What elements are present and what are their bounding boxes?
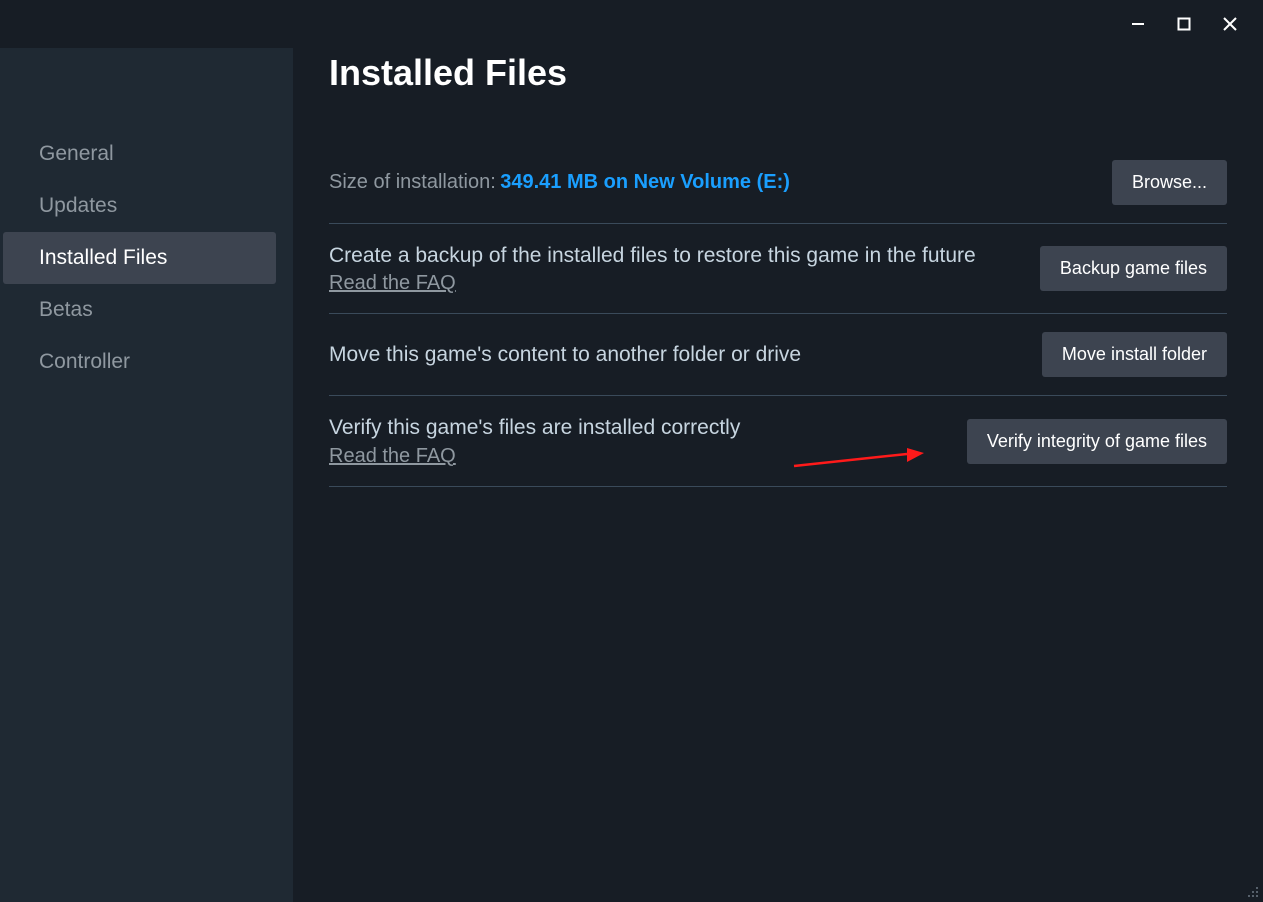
verify-desc: Verify this game's files are installed c… [329, 414, 927, 442]
backup-row: Create a backup of the installed files t… [329, 224, 1227, 314]
maximize-button[interactable] [1161, 0, 1207, 48]
main-content: Installed Files Size of installation: 34… [293, 48, 1263, 902]
close-button[interactable] [1207, 0, 1253, 48]
browse-button[interactable]: Browse... [1112, 160, 1227, 205]
size-label: Size of installation: [329, 171, 496, 193]
sidebar-item-controller[interactable]: Controller [3, 336, 276, 388]
resize-grip[interactable] [1243, 882, 1259, 898]
backup-text: Create a backup of the installed files t… [329, 242, 1000, 295]
titlebar [0, 0, 1263, 48]
size-row: Size of installation: 349.41 MB on New V… [329, 142, 1227, 224]
resize-grip-icon [1243, 882, 1259, 898]
page-title: Installed Files [329, 52, 1227, 94]
size-text: Size of installation: 349.41 MB on New V… [329, 171, 1072, 194]
sidebar-item-general[interactable]: General [3, 128, 276, 180]
move-button[interactable]: Move install folder [1042, 332, 1227, 377]
sidebar: General Updates Installed Files Betas Co… [0, 48, 293, 902]
move-text: Move this game's content to another fold… [329, 341, 1002, 369]
move-desc: Move this game's content to another fold… [329, 341, 1002, 369]
maximize-icon [1177, 17, 1191, 31]
backup-faq-link[interactable]: Read the FAQ [329, 272, 456, 295]
verify-faq-link[interactable]: Read the FAQ [329, 445, 456, 468]
backup-desc: Create a backup of the installed files t… [329, 242, 1000, 270]
size-value: 349.41 MB on New Volume (E:) [500, 171, 790, 193]
verify-text: Verify this game's files are installed c… [329, 414, 927, 467]
body: General Updates Installed Files Betas Co… [0, 48, 1263, 902]
minimize-button[interactable] [1115, 0, 1161, 48]
properties-window: General Updates Installed Files Betas Co… [0, 0, 1263, 902]
sidebar-item-updates[interactable]: Updates [3, 180, 276, 232]
sidebar-item-betas[interactable]: Betas [3, 284, 276, 336]
close-icon [1222, 16, 1238, 32]
move-row: Move this game's content to another fold… [329, 314, 1227, 396]
verify-row: Verify this game's files are installed c… [329, 396, 1227, 486]
sidebar-item-installed-files[interactable]: Installed Files [3, 232, 276, 284]
backup-button[interactable]: Backup game files [1040, 246, 1227, 291]
minimize-icon [1131, 17, 1145, 31]
verify-button[interactable]: Verify integrity of game files [967, 419, 1227, 464]
